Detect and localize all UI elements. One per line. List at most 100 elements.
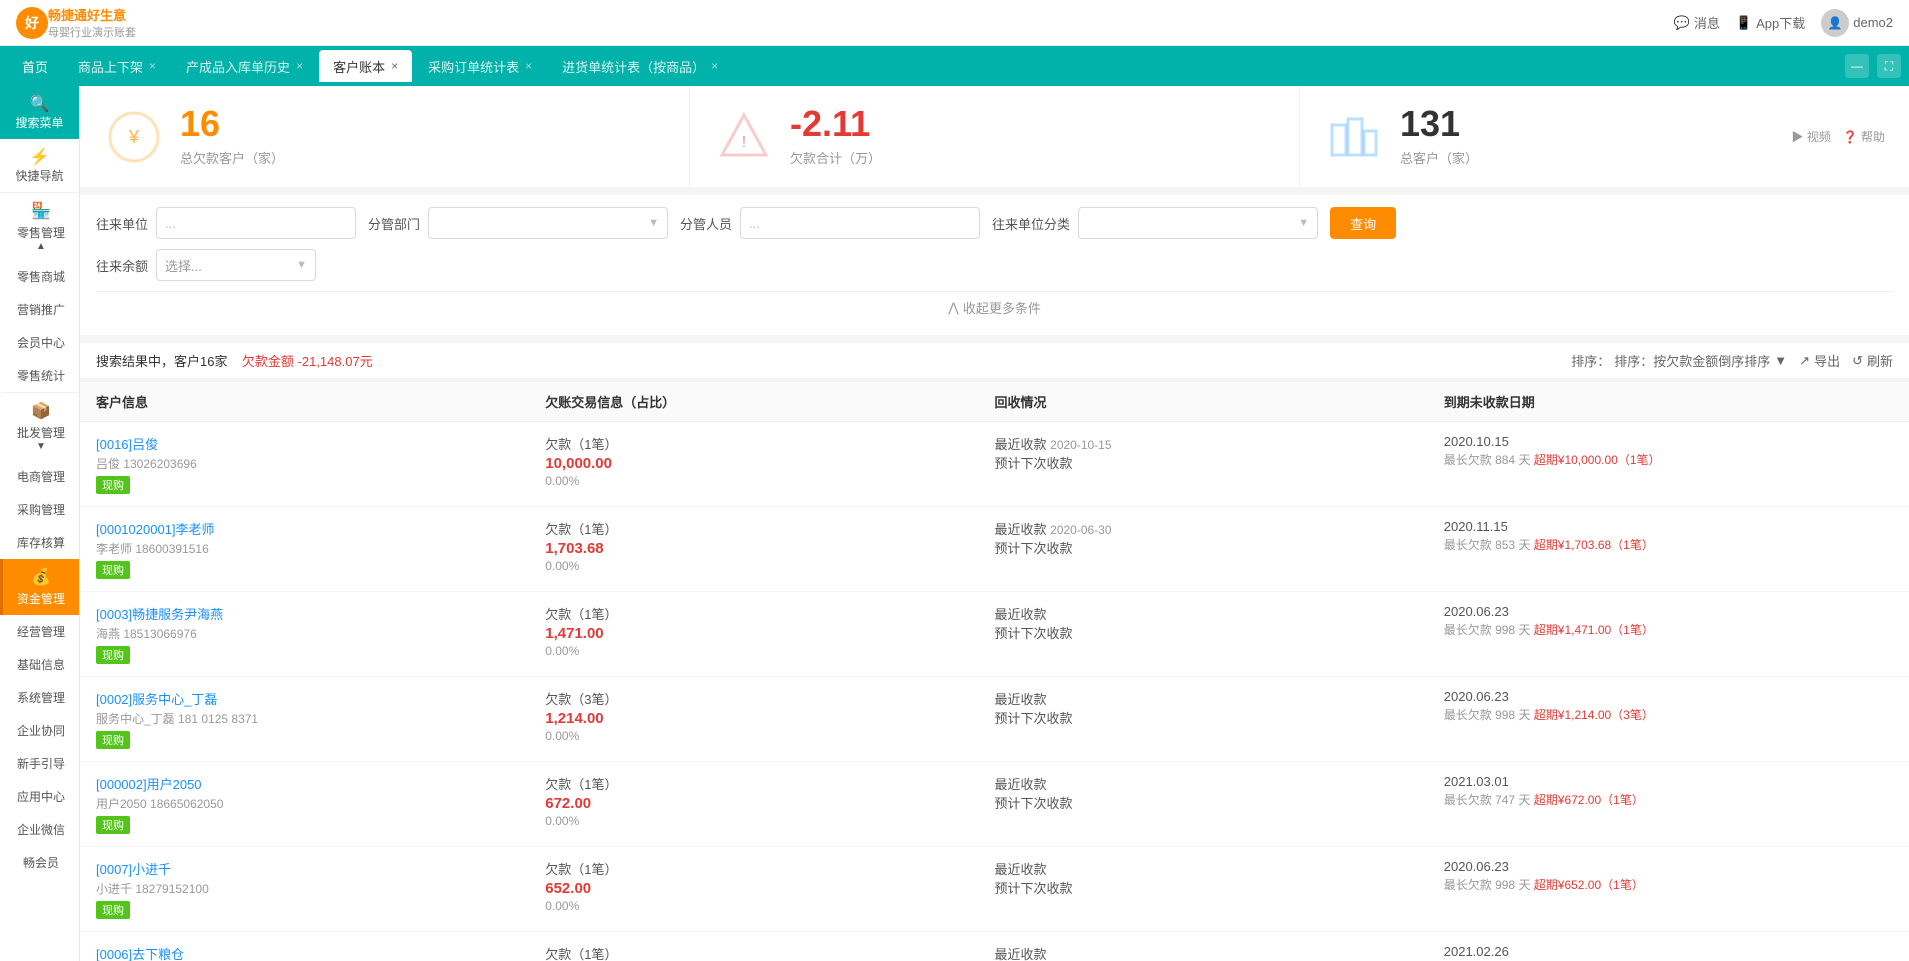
refresh-btn[interactable]: ↺ 刷新 bbox=[1852, 351, 1893, 370]
overdue-amount-link[interactable]: 超期¥1,471.00（1笔） bbox=[1534, 623, 1654, 637]
debt-count: 欠款（1笔） bbox=[545, 604, 994, 623]
help-btn[interactable]: ❓ 帮助 bbox=[1843, 128, 1885, 145]
sort-select[interactable]: 排序： 排序：按欠款金额倒序排序 ▼ bbox=[1571, 351, 1787, 370]
sidebar-search[interactable]: 🔍 搜索菜单 bbox=[0, 86, 79, 139]
filter-classification: 往来单位分类 ▼ bbox=[992, 207, 1318, 239]
overdue-amount-link[interactable]: 超期¥672.00（1笔） bbox=[1534, 793, 1644, 807]
retail-expand-icon: ▲ bbox=[36, 241, 46, 252]
debt-info-cell: 欠款（1笔） 1,703.68 0.00% bbox=[545, 519, 994, 573]
customer-name-link[interactable]: [0002]服务中心_丁磊 bbox=[96, 689, 545, 708]
next-payment: 预计下次收款 bbox=[995, 793, 1444, 812]
stat-debt-customers: ¥ 16 总欠款客户（家） bbox=[80, 86, 690, 187]
filter-row-2: 往来余额 选择... ▼ bbox=[96, 249, 1893, 281]
video-btn[interactable]: ▶ 视频 bbox=[1791, 128, 1830, 145]
sidebar-item-member-center[interactable]: 会员中心 bbox=[0, 326, 79, 359]
customer-name-link[interactable]: [0006]去下粮仓 bbox=[96, 944, 545, 961]
classification-input[interactable]: ▼ bbox=[1078, 207, 1318, 239]
debt-amount[interactable]: 10,000.00 bbox=[545, 455, 994, 472]
sidebar-item-wholesale-management[interactable]: 📦 批发管理 ▼ bbox=[0, 392, 79, 460]
search-button[interactable]: 查询 bbox=[1330, 207, 1396, 239]
person-input[interactable]: ... bbox=[740, 207, 980, 239]
filter-collapse-btn[interactable]: ⋀ 收起更多条件 bbox=[96, 291, 1893, 323]
customer-name-link[interactable]: [0007]小进千 bbox=[96, 859, 545, 878]
sidebar-item-vip[interactable]: 畅会员 bbox=[0, 846, 79, 879]
customer-name-link[interactable]: [0001020001]李老师 bbox=[96, 519, 545, 538]
overdue-start-date: 2021.02.26 bbox=[1444, 944, 1893, 959]
sidebar-item-purchase[interactable]: 采购管理 bbox=[0, 493, 79, 526]
balance-arrow-icon: ▼ bbox=[296, 259, 307, 271]
debt-count: 欠款（1笔） bbox=[545, 519, 994, 538]
tab-close-product[interactable]: × bbox=[296, 59, 303, 73]
sidebar-item-retail-mall[interactable]: 零售商城 bbox=[0, 260, 79, 293]
customer-info-cell: [0001020001]李老师 李老师 18600391516 现购 bbox=[96, 519, 545, 579]
source-unit-placeholder: ... bbox=[165, 216, 176, 231]
sidebar-item-system[interactable]: 系统管理 bbox=[0, 681, 79, 714]
debt-amount[interactable]: 1,214.00 bbox=[545, 710, 994, 727]
sidebar-item-business[interactable]: 经营管理 bbox=[0, 615, 79, 648]
tab-customer-account[interactable]: 客户账本 × bbox=[319, 50, 412, 82]
tab-product-history[interactable]: 产成品入库单历史 × bbox=[172, 50, 317, 82]
customer-name-link[interactable]: [0003]畅捷服务尹海燕 bbox=[96, 604, 545, 623]
balance-input[interactable]: 选择... ▼ bbox=[156, 249, 316, 281]
wholesale-icon: 📦 bbox=[31, 401, 51, 421]
debt-customers-icon: ¥ bbox=[104, 107, 164, 167]
sidebar-item-inventory[interactable]: 库存核算 bbox=[0, 526, 79, 559]
sidebar-item-marketing[interactable]: 营销推广 bbox=[0, 293, 79, 326]
quick-nav[interactable]: ⚡ 快捷导航 bbox=[0, 139, 79, 193]
overdue-amount-link[interactable]: 超期¥1,214.00（3笔） bbox=[1534, 708, 1654, 722]
sidebar-item-apps[interactable]: 应用中心 bbox=[0, 780, 79, 813]
tab-purchase-order[interactable]: 采购订单统计表 × bbox=[414, 50, 546, 82]
export-btn[interactable]: ↗ 导出 bbox=[1799, 351, 1840, 370]
debt-amount[interactable]: 1,471.00 bbox=[545, 625, 994, 642]
tab-fullscreen-btn[interactable]: ⛶ bbox=[1877, 54, 1901, 78]
last-payment: 最近收款 2020-06-30 bbox=[995, 519, 1444, 538]
sidebar-item-retail-stats[interactable]: 零售统计 bbox=[0, 359, 79, 392]
tab-close-purchase-stats[interactable]: × bbox=[711, 59, 718, 73]
dept-input[interactable]: ▼ bbox=[428, 207, 668, 239]
debt-customers-label: 总欠款客户（家） bbox=[180, 148, 284, 167]
tab-close-goods[interactable]: × bbox=[149, 59, 156, 73]
sidebar-item-finance[interactable]: 💰 资金管理 bbox=[0, 559, 79, 615]
tab-home[interactable]: 首页 bbox=[8, 50, 62, 82]
source-unit-input[interactable]: ... bbox=[156, 207, 356, 239]
debt-ratio: 0.00% bbox=[545, 899, 994, 913]
logo-text-area: 畅捷通好生意 母婴行业演示账套 bbox=[48, 5, 136, 40]
customer-name-link[interactable]: [0016]吕俊 bbox=[96, 434, 545, 453]
balance-placeholder: 选择... bbox=[165, 256, 202, 275]
debt-amount[interactable]: 652.00 bbox=[545, 880, 994, 897]
tab-close-purchase[interactable]: × bbox=[525, 59, 532, 73]
debt-info-cell: 欠款（1笔） 652.00 0.00% bbox=[545, 859, 994, 913]
tab-goods-on-off[interactable]: 商品上下架 × bbox=[64, 50, 170, 82]
stat-debt-total-info: -2.11 欠款合计（万） bbox=[790, 106, 881, 167]
sidebar-item-basic-info[interactable]: 基础信息 bbox=[0, 648, 79, 681]
overdue-days: 最长欠款 998 天 超期¥1,214.00（3笔） bbox=[1444, 706, 1893, 723]
last-payment: 最近收款 bbox=[995, 774, 1444, 793]
user-menu[interactable]: 👤 demo2 bbox=[1821, 9, 1893, 37]
next-payment: 预计下次收款 bbox=[995, 538, 1444, 557]
sidebar-item-wechat[interactable]: 企业微信 bbox=[0, 813, 79, 846]
overdue-start-date: 2020.06.23 bbox=[1444, 859, 1893, 874]
overdue-amount-link[interactable]: 超期¥652.00（1笔） bbox=[1534, 878, 1644, 892]
customer-name-link[interactable]: [000002]用户2050 bbox=[96, 774, 545, 793]
sidebar-item-retail-management[interactable]: 🏪 零售管理 ▲ bbox=[0, 193, 79, 260]
sidebar-item-enterprise[interactable]: 企业协同 bbox=[0, 714, 79, 747]
overdue-cell: 2020.10.15 最长欠款 884 天 超期¥10,000.00（1笔） bbox=[1444, 434, 1893, 468]
tab-minimize-btn[interactable]: — bbox=[1845, 54, 1869, 78]
customer-info-cell: [0016]吕俊 吕俊 13026203696 现购 bbox=[96, 434, 545, 494]
last-payment: 最近收款 bbox=[995, 604, 1444, 623]
tab-purchase-stats[interactable]: 进货单统计表（按商品） × bbox=[548, 50, 732, 82]
overdue-amount-link[interactable]: 超期¥1,703.68（1笔） bbox=[1534, 538, 1654, 552]
app-download-btn[interactable]: 📱 App下载 bbox=[1736, 13, 1805, 32]
sidebar: 🔍 搜索菜单 ⚡ 快捷导航 🏪 零售管理 ▲ 零售商城 营销推广 会员中心 零售… bbox=[0, 86, 80, 961]
debt-amount[interactable]: 1,703.68 bbox=[545, 540, 994, 557]
sidebar-item-guide[interactable]: 新手引导 bbox=[0, 747, 79, 780]
overdue-start-date: 2020.06.23 bbox=[1444, 689, 1893, 704]
header-recovery: 回收情况 bbox=[995, 392, 1444, 411]
tab-close-customer[interactable]: × bbox=[391, 59, 398, 73]
overdue-amount-link[interactable]: 超期¥10,000.00（1笔） bbox=[1534, 453, 1661, 467]
debt-amount[interactable]: 672.00 bbox=[545, 795, 994, 812]
message-btn[interactable]: 💬 消息 bbox=[1674, 13, 1720, 32]
sidebar-item-ecommerce[interactable]: 电商管理 bbox=[0, 460, 79, 493]
debt-count: 欠款（3笔） bbox=[545, 689, 994, 708]
debt-total-number: -2.11 bbox=[790, 106, 881, 142]
